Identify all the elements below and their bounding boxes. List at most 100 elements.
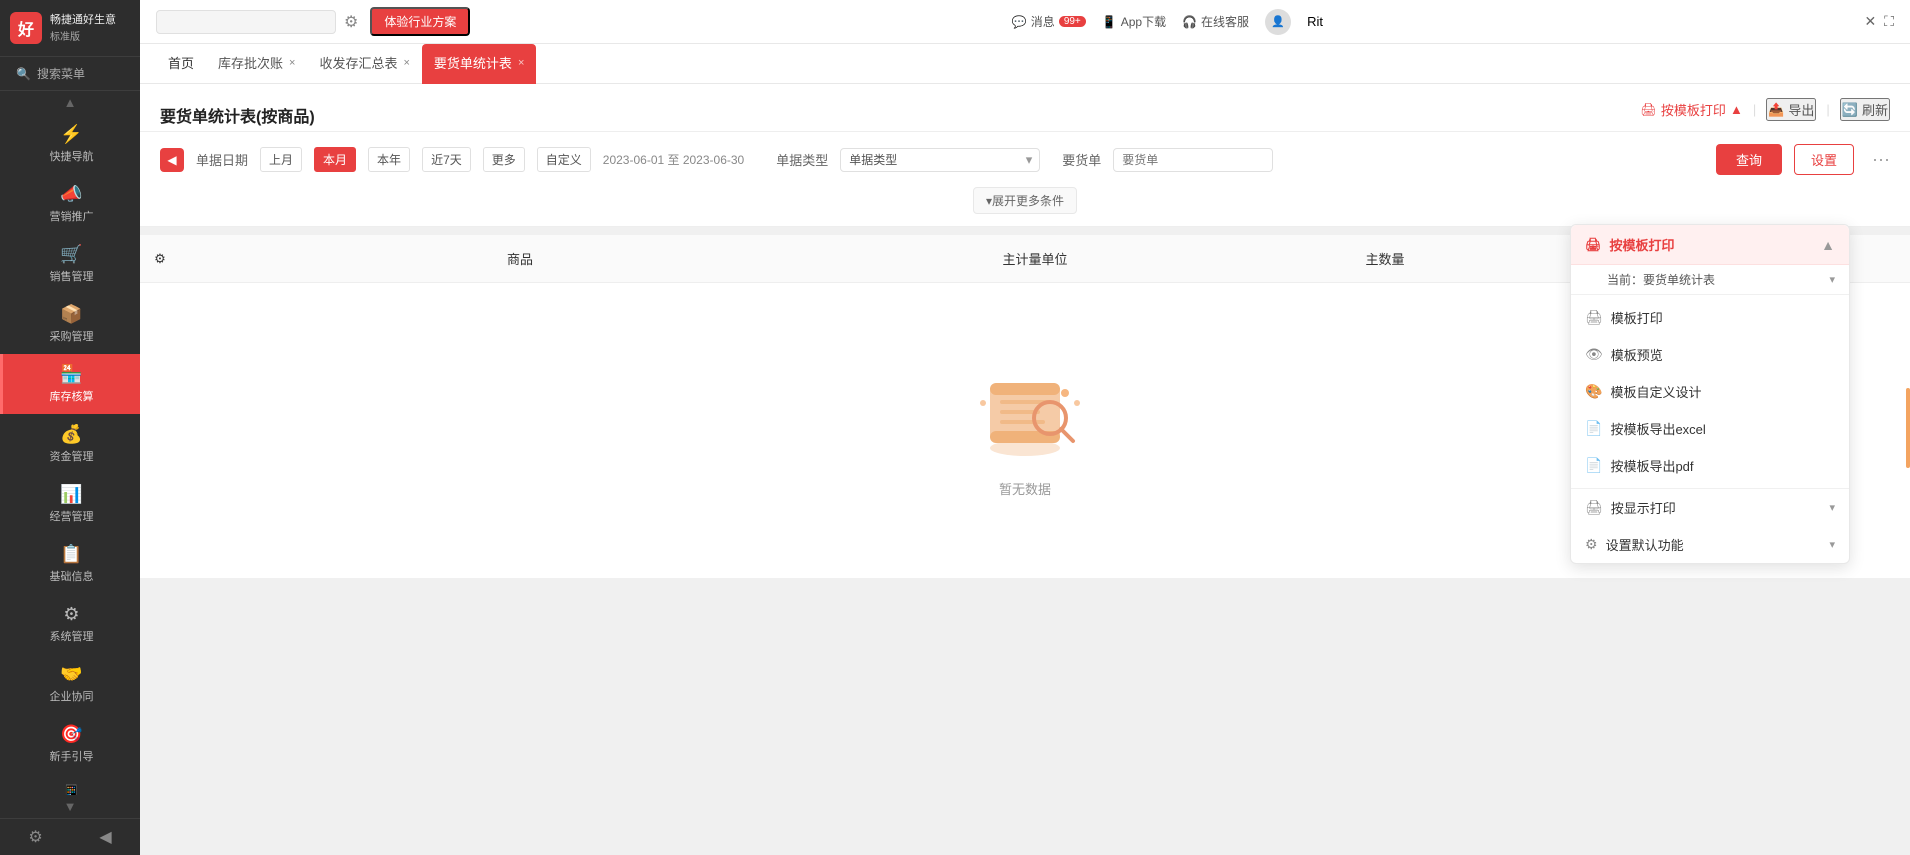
- expand-filter-button[interactable]: ▾ 展开更多条件: [973, 187, 1077, 214]
- template-preview-item-left: 👁 模板预览: [1585, 345, 1663, 364]
- dropdown-collapse-button[interactable]: ▲: [1821, 237, 1835, 253]
- sidebar-item-appstore[interactable]: 📱 应用中心: [0, 774, 140, 795]
- inventory-icon: 🏪: [60, 364, 82, 385]
- operation-label: 经营管理: [50, 508, 94, 524]
- sidebar-item-collab[interactable]: 🤝 企业协同: [0, 654, 140, 714]
- online-service-label: 在线客服: [1201, 13, 1249, 30]
- query-button[interactable]: 查询: [1716, 144, 1782, 175]
- sales-label: 销售管理: [50, 268, 94, 284]
- message-icon: 💬: [1012, 15, 1027, 29]
- export-icon: 📤: [1768, 102, 1784, 118]
- toolbar-divider-1: |: [1753, 102, 1756, 117]
- dropdown-printer-icon: 🖨: [1585, 237, 1602, 253]
- more-options-icon[interactable]: ···: [1872, 149, 1890, 170]
- sidebar-item-newbie[interactable]: 🎯 新手引导: [0, 714, 140, 774]
- sidebar-item-basic[interactable]: 📋 基础信息: [0, 534, 140, 594]
- purchase-label: 采购管理: [50, 328, 94, 344]
- dropdown-item-export-excel[interactable]: 📄 按模板导出excel: [1571, 410, 1849, 447]
- sidebar-item-inventory[interactable]: 🏪 库存核算: [0, 354, 140, 414]
- template-print-button[interactable]: 🖨 按模板打印 ▲: [1640, 100, 1742, 119]
- message-label: 消息: [1031, 13, 1055, 30]
- dropdown-set-default[interactable]: ⚙ 设置默认功能 ▾: [1571, 526, 1849, 563]
- topbar-search-input[interactable]: [156, 10, 336, 34]
- template-print-item-left: 🖨 模板打印: [1585, 308, 1663, 327]
- sidebar-item-system[interactable]: ⚙ 系统管理: [0, 594, 140, 654]
- date-last-month-button[interactable]: 上月: [260, 147, 302, 172]
- dropdown-header: 🖨 按模板打印 ▲: [1571, 225, 1849, 265]
- tab-inventory-batch[interactable]: 库存批次账 ×: [206, 44, 307, 84]
- tab-home-label: 首页: [168, 53, 194, 72]
- system-icon: ⚙: [63, 604, 79, 625]
- message-button[interactable]: 💬 消息 99+: [1012, 13, 1086, 30]
- date-current-month-button[interactable]: 本月: [314, 147, 356, 172]
- collapse-sidebar-button[interactable]: ◀: [99, 827, 111, 847]
- sales-icon: 🛒: [60, 244, 82, 265]
- logo-text-block: 畅捷通好生意 标准版: [50, 13, 116, 43]
- app-download-label: App下载: [1121, 13, 1166, 30]
- purchase-icon: 📦: [60, 304, 82, 325]
- message-badge: 99+: [1059, 16, 1086, 27]
- topbar-gear-icon[interactable]: ⚙: [344, 12, 358, 32]
- search-icon: 🔍: [16, 67, 31, 81]
- tab-receipt-summary-label: 收发存汇总表: [319, 53, 397, 72]
- export-excel-item-icon: 📄: [1585, 420, 1602, 437]
- finance-label: 资金管理: [50, 448, 94, 464]
- doc-type-select[interactable]: 单据类型: [840, 148, 1040, 172]
- table-header-settings[interactable]: ⚙: [140, 245, 180, 273]
- tab-order-stats-label: 要货单统计表: [434, 53, 512, 72]
- collab-label: 企业协同: [50, 688, 94, 704]
- topbar: ⚙ 体验行业方案 💬 消息 99+ 📱 App下载 🎧 在线客服 👤 Rit ✕: [140, 0, 1910, 44]
- dropdown-item-template-preview[interactable]: 👁 模板预览: [1571, 336, 1849, 373]
- sidebar-item-operation[interactable]: 📊 经营管理: [0, 474, 140, 534]
- date-more-button[interactable]: 更多: [483, 147, 525, 172]
- refresh-button[interactable]: 🔄 刷新: [1840, 98, 1890, 121]
- tabs-bar: 首页 库存批次账 × 收发存汇总表 × 要货单统计表 ×: [140, 44, 1910, 84]
- dropdown-display-print[interactable]: 🖨 按显示打印 ▾: [1571, 489, 1849, 526]
- table-header-unit: 主计量单位: [860, 243, 1210, 274]
- tab-order-stats[interactable]: 要货单统计表 ×: [422, 44, 536, 84]
- export-button[interactable]: 📤 导出: [1766, 98, 1816, 121]
- set-default-icon: ⚙: [1585, 536, 1598, 553]
- tab-home[interactable]: 首页: [156, 44, 206, 84]
- scroll-up-button[interactable]: ▲: [0, 91, 140, 114]
- tab-inventory-batch-close-icon[interactable]: ×: [289, 57, 295, 69]
- scroll-down-button[interactable]: ▼: [0, 795, 140, 818]
- display-print-chevron: ▾: [1829, 501, 1835, 514]
- date-current-year-button[interactable]: 本年: [368, 147, 410, 172]
- tab-inventory-batch-label: 库存批次账: [218, 53, 283, 72]
- newbie-label: 新手引导: [50, 748, 94, 764]
- sidebar-item-purchase[interactable]: 📦 采购管理: [0, 294, 140, 354]
- quick-nav-icon: ⚡: [60, 124, 82, 145]
- online-service-button[interactable]: 🎧 在线客服: [1182, 13, 1249, 30]
- sidebar-item-marketing[interactable]: 📣 营销推广: [0, 174, 140, 234]
- user-avatar[interactable]: 👤: [1265, 9, 1291, 35]
- date-custom-button[interactable]: 自定义: [537, 147, 591, 172]
- promo-button[interactable]: 体验行业方案: [370, 7, 470, 36]
- empty-text: 暂无数据: [999, 479, 1051, 498]
- date-last-7-days-button[interactable]: 近7天: [422, 147, 471, 172]
- search-menu-item[interactable]: 🔍 搜索菜单: [0, 57, 140, 91]
- template-print-item-label: 模板打印: [1611, 308, 1663, 327]
- settings-footer-button[interactable]: ⚙: [28, 827, 42, 847]
- app-download-button[interactable]: 📱 App下载: [1102, 13, 1166, 30]
- maximize-icon[interactable]: ⛶: [1884, 13, 1894, 30]
- setting-button[interactable]: 设置: [1794, 144, 1854, 175]
- tab-order-stats-close-icon[interactable]: ×: [518, 57, 524, 69]
- column-settings-icon[interactable]: ⚙: [154, 251, 166, 266]
- order-item-input[interactable]: [1113, 148, 1273, 172]
- app-download-icon: 📱: [1102, 15, 1117, 29]
- dropdown-item-export-pdf[interactable]: 📄 按模板导出pdf: [1571, 447, 1849, 484]
- tab-receipt-summary[interactable]: 收发存汇总表 ×: [307, 44, 421, 84]
- display-print-left: 🖨 按显示打印: [1585, 498, 1676, 517]
- dropdown-item-template-print[interactable]: 🖨 模板打印: [1571, 299, 1849, 336]
- filter-toggle-button[interactable]: ◀: [160, 148, 184, 172]
- sidebar-item-finance[interactable]: 💰 资金管理: [0, 414, 140, 474]
- set-default-label: 设置默认功能: [1606, 535, 1684, 554]
- sidebar-item-sales[interactable]: 🛒 销售管理: [0, 234, 140, 294]
- sidebar-item-quick-nav[interactable]: ⚡ 快捷导航: [0, 114, 140, 174]
- dropdown-item-template-design[interactable]: 🎨 模板自定义设计: [1571, 373, 1849, 410]
- tab-receipt-summary-close-icon[interactable]: ×: [403, 57, 409, 69]
- dropdown-title: 按模板打印: [1610, 235, 1675, 254]
- close-icon[interactable]: ✕: [1864, 13, 1876, 30]
- display-print-label: 按显示打印: [1611, 498, 1676, 517]
